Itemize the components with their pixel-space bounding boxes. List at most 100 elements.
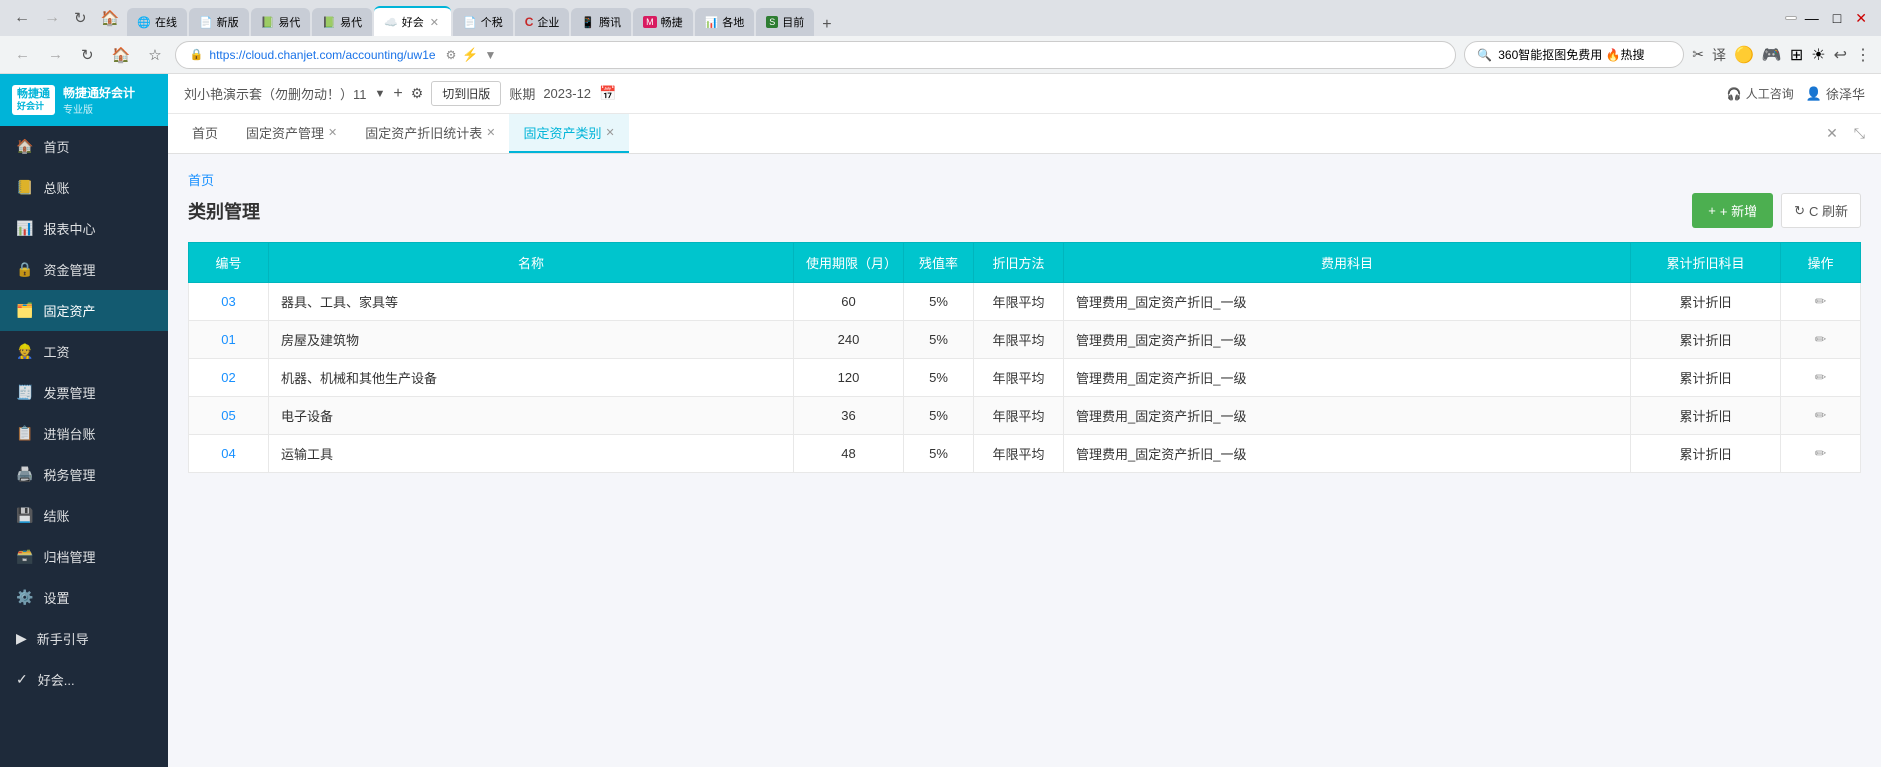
- td-residual-2: 5%: [904, 321, 974, 359]
- dropdown-icon[interactable]: ▼: [485, 48, 497, 62]
- browser-tab-geshui[interactable]: 📄 个税: [453, 8, 513, 36]
- td-code-5[interactable]: 04: [189, 435, 269, 473]
- browser-tab-muqian[interactable]: S 目前: [756, 8, 814, 36]
- cut-icon[interactable]: ✂: [1692, 46, 1704, 63]
- tab-home[interactable]: 首页: [178, 114, 232, 153]
- td-code-3[interactable]: 02: [189, 359, 269, 397]
- check-icon: ✓: [16, 671, 28, 688]
- browser-tab-active[interactable]: ☁️ 好会 ✕: [374, 6, 451, 36]
- close-button[interactable]: ✕: [1849, 8, 1873, 29]
- sidebar-item-settings[interactable]: ⚙️ 设置: [0, 577, 168, 618]
- grid-icon[interactable]: ⊞: [1790, 45, 1803, 65]
- funds-icon: 🔒: [16, 261, 33, 278]
- sidebar-item-ledger[interactable]: 📒 总账: [0, 167, 168, 208]
- reload-button[interactable]: ↻: [68, 7, 93, 29]
- home-button[interactable]: 🏠: [95, 7, 126, 29]
- browser-tab-yidai1[interactable]: 📗 易代: [251, 8, 311, 36]
- sidebar-item-fixed-assets[interactable]: 🗂️ 固定资产: [0, 290, 168, 331]
- edit-btn-4[interactable]: ✏: [1815, 407, 1827, 424]
- nav-star[interactable]: ☆: [143, 44, 166, 66]
- plus-icon: +: [1708, 203, 1716, 218]
- tab-categories[interactable]: 固定资产类别 ✕: [509, 114, 628, 153]
- td-residual-3: 5%: [904, 359, 974, 397]
- td-code-4[interactable]: 05: [189, 397, 269, 435]
- browser-tab-yidai2[interactable]: 📗 易代: [312, 8, 372, 36]
- nav-back[interactable]: ←: [10, 44, 35, 65]
- consult-btn[interactable]: 🎧 人工咨询: [1727, 85, 1794, 102]
- sidebar-item-guide[interactable]: ▶ 新手引导: [0, 618, 168, 659]
- browser-tab-gedi[interactable]: 📊 各地: [695, 8, 755, 36]
- new-tab-button[interactable]: +: [816, 14, 837, 36]
- browser-tab-new[interactable]: 📄 新版: [189, 8, 249, 36]
- maximize-button[interactable]: □: [1827, 8, 1847, 28]
- browser-tab-qiye[interactable]: C 企业: [515, 8, 570, 36]
- edit-btn-1[interactable]: ✏: [1815, 293, 1827, 310]
- td-method-1: 年限平均: [974, 283, 1064, 321]
- td-action-2[interactable]: ✏: [1781, 321, 1861, 359]
- sidebar-item-checkout[interactable]: 💾 结账: [0, 495, 168, 536]
- settings-company-btn[interactable]: ⚙: [411, 85, 424, 102]
- add-company-btn[interactable]: +: [393, 85, 402, 103]
- edit-btn-2[interactable]: ✏: [1815, 331, 1827, 348]
- nav-home[interactable]: 🏠: [107, 44, 136, 66]
- dropdown-user-btn[interactable]: ▼: [375, 88, 386, 100]
- sidebar-item-funds[interactable]: 🔒 资金管理: [0, 249, 168, 290]
- add-button[interactable]: + + 新增: [1692, 193, 1773, 228]
- edit-btn-5[interactable]: ✏: [1815, 445, 1827, 462]
- td-expense-5: 管理费用_固定资产折旧_一级: [1064, 435, 1631, 473]
- switch-old-btn[interactable]: 切到旧版: [431, 81, 501, 106]
- purchase-icon: 📋: [16, 425, 33, 442]
- sidebar-item-purchase[interactable]: 📋 进销台账: [0, 413, 168, 454]
- browser-tab-tengxun[interactable]: 📱 腾讯: [571, 8, 631, 36]
- table-row: 03 器具、工具、家具等 60 5% 年限平均 管理费用_固定资产折旧_一级 累…: [189, 283, 1861, 321]
- calendar-icon[interactable]: 📅: [599, 85, 616, 102]
- td-method-5: 年限平均: [974, 435, 1064, 473]
- brightness-icon[interactable]: ☀: [1811, 45, 1825, 65]
- sidebar-item-tax[interactable]: 🖨️ 税务管理: [0, 454, 168, 495]
- refresh-button[interactable]: ↻ C 刷新: [1781, 193, 1861, 228]
- sidebar-logo-icon: 畅捷通 好会计: [12, 85, 55, 115]
- site-info-icon[interactable]: ⚙: [446, 48, 457, 62]
- nav-forward[interactable]: →: [43, 44, 68, 65]
- td-code-2[interactable]: 01: [189, 321, 269, 359]
- tab-depreciation-table[interactable]: 固定资产折旧统计表 ✕: [351, 114, 509, 153]
- game-icon[interactable]: 🎮: [1762, 45, 1782, 65]
- maximize-panel-btn[interactable]: ⤡: [1848, 123, 1871, 144]
- td-action-4[interactable]: ✏: [1781, 397, 1861, 435]
- undo-icon[interactable]: ↩: [1834, 45, 1847, 65]
- search-bar[interactable]: 🔍 360智能抠图免费用 🔥热搜: [1464, 41, 1684, 68]
- nav-reload[interactable]: ↻: [76, 44, 99, 66]
- edit-btn-3[interactable]: ✏: [1815, 369, 1827, 386]
- tab-close-active[interactable]: ✕: [428, 16, 441, 29]
- tab-close-depreciation[interactable]: ✕: [486, 126, 495, 139]
- td-code-1[interactable]: 03: [189, 283, 269, 321]
- menu-icon[interactable]: ⋮: [1855, 45, 1871, 65]
- td-action-1[interactable]: ✏: [1781, 283, 1861, 321]
- sidebar-item-reports[interactable]: 📊 报表中心: [0, 208, 168, 249]
- minimize-button[interactable]: —: [1799, 8, 1825, 28]
- close-tab-panel-btn[interactable]: ✕: [1820, 123, 1844, 144]
- browser-toolbar: ← → ↻ 🏠 ☆ 🔒 https://cloud.chanjet.com/ac…: [0, 36, 1881, 74]
- sidebar-item-archive[interactable]: 🗃️ 归档管理: [0, 536, 168, 577]
- forward-button[interactable]: →: [38, 7, 66, 29]
- td-action-5[interactable]: ✏: [1781, 435, 1861, 473]
- translate-icon[interactable]: 译: [1712, 45, 1726, 65]
- user-avatar[interactable]: 👤 徐泽华: [1806, 84, 1865, 103]
- tab-fixed-assets-mgmt[interactable]: 固定资产管理 ✕: [232, 114, 351, 153]
- sidebar-item-haohui[interactable]: ✓ 好会...: [0, 659, 168, 700]
- sidebar-item-invoice[interactable]: 🧾 发票管理: [0, 372, 168, 413]
- tab-close-categories[interactable]: ✕: [606, 126, 615, 139]
- sidebar-item-home[interactable]: 🏠 首页: [0, 126, 168, 167]
- sidebar-item-payroll[interactable]: 👷 工资: [0, 331, 168, 372]
- search-icon: 🔍: [1477, 48, 1492, 62]
- breadcrumb-home[interactable]: 首页: [188, 173, 214, 188]
- tab-close-assets-mgmt[interactable]: ✕: [328, 126, 337, 139]
- td-action-3[interactable]: ✏: [1781, 359, 1861, 397]
- back-button[interactable]: ←: [8, 7, 36, 29]
- address-bar[interactable]: 🔒 https://cloud.chanjet.com/accounting/u…: [175, 41, 1457, 69]
- wallet-icon[interactable]: 🟡: [1734, 45, 1754, 65]
- browser-tab-online[interactable]: 🌐 在线: [127, 8, 187, 36]
- checkout-icon: 💾: [16, 507, 33, 524]
- table-row: 02 机器、机械和其他生产设备 120 5% 年限平均 管理费用_固定资产折旧_…: [189, 359, 1861, 397]
- browser-tab-changjie[interactable]: M 畅捷: [633, 8, 693, 36]
